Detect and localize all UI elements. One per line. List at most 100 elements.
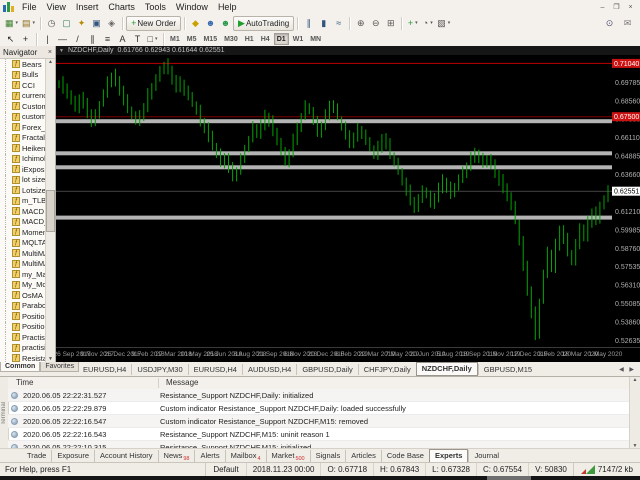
chart-tabs-scroll-arrows[interactable]: ◀ ▶ [619, 366, 640, 373]
navigator-item[interactable]: ƒ MACD [0, 206, 46, 217]
periods-button[interactable]: ◔ ▾ [420, 16, 435, 31]
menu-insert[interactable]: Insert [71, 1, 104, 13]
terminal-tab-news[interactable]: News98 [157, 449, 195, 462]
terminal-log-row[interactable]: 2020.06.05 22:22:16.547 Custom indicator … [8, 415, 630, 428]
metaeditor-user-button[interactable]: ☻ [203, 16, 218, 31]
navigator-item[interactable]: ƒpractising [0, 342, 46, 354]
timeframe-h1-button[interactable]: H1 [242, 33, 257, 45]
zoom-out-button[interactable]: ⊖ [368, 16, 383, 31]
navigator-item[interactable]: ƒMomentu [0, 227, 46, 238]
navigator-item[interactable]: ƒMy_Mom [0, 279, 46, 291]
terminal-tab-experts[interactable]: Experts [428, 449, 469, 462]
timeframe-d1-button[interactable]: D1 [273, 33, 289, 45]
navigator-item[interactable]: ƒForex_calc [0, 122, 46, 133]
price-chart[interactable]: 0.697850.685600.673350.661100.648850.636… [56, 55, 640, 347]
terminal-scrollbar[interactable]: ▲ ▼ [629, 377, 640, 449]
search-button[interactable]: ⊙ [602, 16, 617, 31]
chart-tab[interactable]: EURUSD,H4 [78, 364, 131, 375]
timeframe-w1-button[interactable]: W1 [290, 33, 307, 45]
scroll-up-icon[interactable]: ▲ [633, 377, 638, 383]
new-chart-button[interactable]: ▦ ▾ [3, 16, 20, 31]
equidistant-channel-button[interactable]: ∥ [85, 32, 100, 47]
terminal-tab-exposure[interactable]: Exposure [51, 449, 94, 462]
menu-help[interactable]: Help [213, 1, 242, 13]
column-divider[interactable] [158, 378, 159, 388]
navigator-item[interactable]: ƒResistance [0, 353, 46, 362]
horizontal-line-button[interactable]: — [55, 32, 70, 47]
status-connection[interactable]: 7147/2 kb [572, 463, 640, 476]
navigator-scrollbar[interactable]: ▲ ▼ [45, 59, 55, 362]
terminal-log-row[interactable]: 2020.06.05 22:22:16.543 Resistance_Suppor… [8, 428, 630, 441]
chart-tab[interactable]: AUDUSD,H4 [241, 363, 296, 375]
close-icon[interactable]: × [625, 3, 636, 12]
navigator-tab-favorites[interactable]: Favorites [40, 362, 80, 372]
navigator-item[interactable]: ƒFractalSup [0, 132, 46, 144]
column-header-time[interactable]: Time [16, 378, 33, 387]
minimize-icon[interactable]: – [597, 3, 608, 12]
navigator-item[interactable]: ƒm_TLB_O [0, 195, 46, 207]
templates-button[interactable]: ▧ ▾ [435, 16, 452, 31]
text-label-button[interactable]: T [130, 32, 145, 47]
terminal-tab-mailbox[interactable]: Mailbox4 [224, 449, 266, 462]
autotrading-button[interactable]: ▶ AutoTrading [233, 15, 295, 31]
navigator-item[interactable]: ƒPractise [0, 332, 46, 343]
terminal-tab-code-base[interactable]: Code Base [380, 449, 429, 462]
navigator-item[interactable]: ƒHeiken As [0, 143, 46, 154]
restore-icon[interactable]: ❐ [611, 3, 622, 12]
chat-button[interactable]: ✉ [620, 16, 635, 31]
scrollbar-thumb[interactable] [46, 189, 55, 232]
chart-tab[interactable]: GBPUSD,Daily [296, 363, 357, 375]
market-watch-button[interactable]: ◷ [44, 16, 59, 31]
navigator-item[interactable]: ƒMACD_Co [0, 216, 46, 228]
scroll-up-icon[interactable]: ▲ [48, 59, 53, 65]
bar-chart-mode-button[interactable]: ∥ [301, 16, 316, 31]
chart-tab[interactable]: EURUSD,H4 [187, 363, 242, 375]
menu-file[interactable]: File [17, 1, 42, 13]
chart-tab[interactable]: USDJPY,M30 [131, 363, 187, 375]
cursor-button[interactable]: ↖ [3, 32, 18, 47]
navigator-item[interactable]: ƒPositionSi [0, 321, 46, 333]
timeframe-m15-button[interactable]: M15 [200, 33, 220, 45]
chart-collapse-icon[interactable]: ▼ [59, 48, 64, 54]
profiles-button[interactable]: ▤ ▾ [20, 16, 37, 31]
data-window-button[interactable]: ▢ [59, 16, 74, 31]
navigator-item[interactable]: ƒLotsize_Co [0, 185, 46, 196]
zoom-in-button[interactable]: ⊕ [353, 16, 368, 31]
column-header-message[interactable]: Message [166, 378, 198, 387]
timeframe-h4-button[interactable]: H4 [258, 33, 273, 45]
chart-tab[interactable]: CHFJPY,Daily [357, 363, 416, 375]
navigator-item[interactable]: ƒParabolic [0, 300, 46, 312]
strategy-tester-button[interactable]: ◈ [104, 16, 119, 31]
chart-tab[interactable]: NZDCHF,Daily [415, 362, 478, 376]
vertical-line-button[interactable]: | [40, 32, 55, 47]
tile-windows-button[interactable]: ⊞ [383, 16, 398, 31]
timeframe-mn-button[interactable]: MN [307, 33, 324, 45]
navigator-item[interactable]: ƒcurrency-s [0, 90, 46, 102]
navigator-item[interactable]: ƒcustomm [0, 111, 46, 123]
timeframe-m30-button[interactable]: M30 [221, 33, 241, 45]
navigator-item[interactable]: ƒ OsMA [0, 290, 46, 301]
terminal-tab-journal[interactable]: Journal [468, 449, 504, 462]
navigator-item[interactable]: ƒIchimoku [0, 153, 46, 165]
timeframe-m5-button[interactable]: M5 [184, 33, 200, 45]
text-button[interactable]: A [115, 32, 130, 47]
navigator-tab-common[interactable]: Common [0, 362, 41, 372]
terminal-log-row[interactable]: 2020.06.05 22:22:31.527 Resistance_Suppor… [8, 389, 630, 402]
navigator-item[interactable]: ƒ Bears [0, 59, 46, 70]
shapes-button[interactable]: □ ▾ [145, 32, 160, 47]
navigator-item[interactable]: ƒiExposure [0, 164, 46, 175]
menu-window[interactable]: Window [171, 1, 213, 13]
line-chart-mode-button[interactable]: ≈ [331, 16, 346, 31]
menu-view[interactable]: View [42, 1, 71, 13]
terminal-tab-articles[interactable]: Articles [345, 449, 381, 462]
trendline-button[interactable]: / [70, 32, 85, 47]
candlestick-mode-button[interactable]: ▮ [316, 16, 331, 31]
status-profile[interactable]: Default [205, 463, 245, 476]
indicators-button[interactable]: + ▾ [405, 16, 420, 31]
close-icon[interactable]: × [48, 49, 52, 56]
navigator-item[interactable]: ƒMQLTA M [0, 237, 46, 249]
new-order-button[interactable]: + New Order [126, 15, 182, 31]
expert-advisors-button[interactable]: ◆ [188, 16, 203, 31]
navigator-panel-button[interactable]: ✦ [74, 16, 89, 31]
navigator-item[interactable]: ƒ CCI [0, 80, 46, 91]
